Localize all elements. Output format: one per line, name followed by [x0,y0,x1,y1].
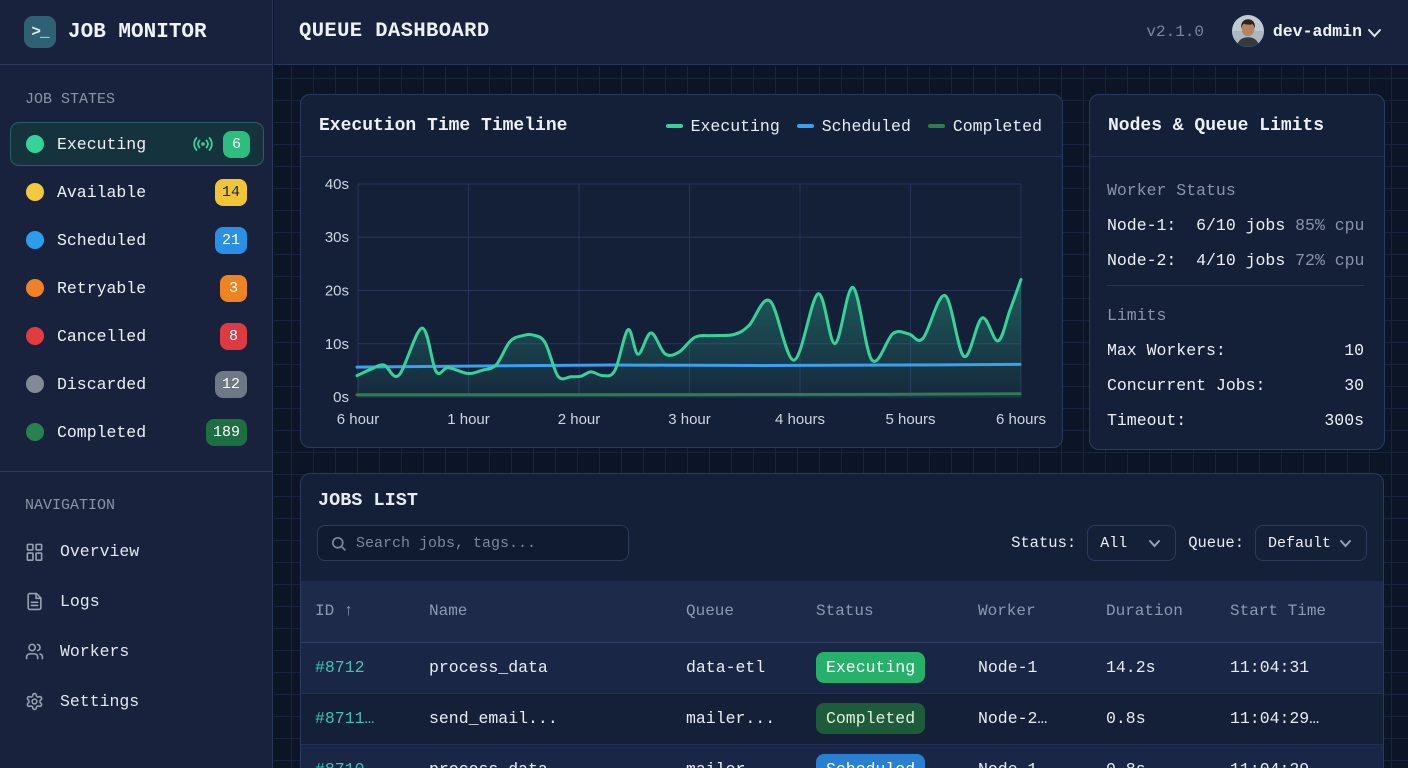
svg-text:0s: 0s [333,389,349,406]
svg-text:2 hour: 2 hour [558,411,601,428]
svg-text:6 hours: 6 hours [996,411,1046,428]
svg-text:10s: 10s [325,336,349,353]
svg-text:5 hours: 5 hours [885,411,935,428]
svg-text:30s: 30s [325,229,349,246]
svg-text:40s: 40s [325,176,349,193]
svg-text:4 hours: 4 hours [775,411,825,428]
svg-text:3 hour: 3 hour [668,411,711,428]
svg-text:20s: 20s [325,283,349,300]
svg-text:1 hour: 1 hour [447,411,490,428]
svg-text:6 hour: 6 hour [337,411,380,428]
